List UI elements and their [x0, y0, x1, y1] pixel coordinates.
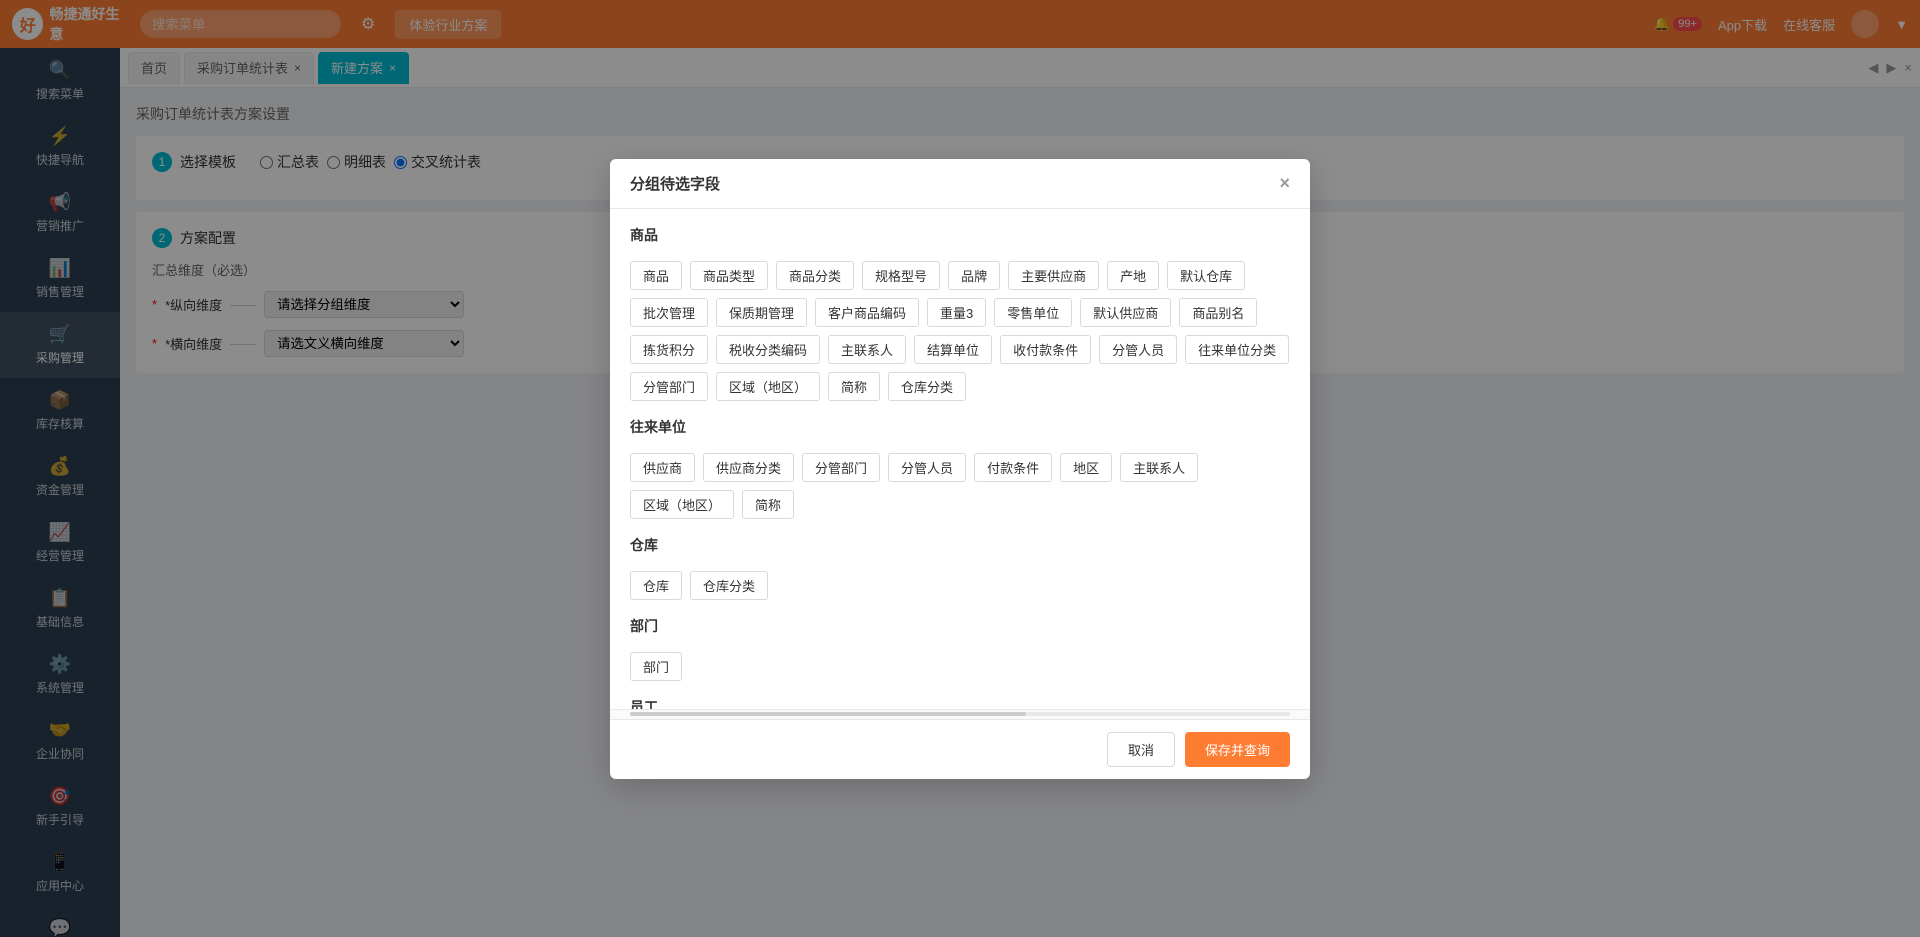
field-tag-w2[interactable]: 仓库分类 — [690, 571, 768, 600]
field-tag-w1[interactable]: 仓库 — [630, 571, 682, 600]
cancel-button[interactable]: 取消 — [1107, 732, 1175, 767]
field-tag-p9[interactable]: 批次管理 — [630, 298, 708, 327]
field-tag-p8[interactable]: 默认仓库 — [1167, 261, 1245, 290]
field-group-department: 部门部门 — [630, 616, 1290, 681]
field-tag-pp5[interactable]: 付款条件 — [974, 453, 1052, 482]
modal-hscroll — [610, 709, 1310, 718]
field-group-product: 商品商品商品类型商品分类规格型号品牌主要供应商产地默认仓库批次管理保质期管理客户… — [630, 225, 1290, 401]
field-tag-p26[interactable]: 仓库分类 — [888, 372, 966, 401]
modal-header: 分组待选字段 × — [610, 159, 1310, 209]
field-tag-p6[interactable]: 主要供应商 — [1008, 261, 1099, 290]
modal-close-btn[interactable]: × — [1279, 173, 1290, 194]
field-tag-p24[interactable]: 区域（地区） — [716, 372, 820, 401]
field-tag-p17[interactable]: 税收分类编码 — [716, 335, 820, 364]
field-group-partner: 往来单位供应商供应商分类分管部门分管人员付款条件地区主联系人区域（地区） 简称 — [630, 417, 1290, 519]
field-tag-p5[interactable]: 品牌 — [948, 261, 1000, 290]
field-selection-modal: 分组待选字段 × 商品商品商品类型商品分类规格型号品牌主要供应商产地默认仓库批次… — [610, 159, 1310, 779]
field-tags-product: 商品商品类型商品分类规格型号品牌主要供应商产地默认仓库批次管理保质期管理客户商品… — [630, 261, 1290, 401]
modal-overlay: 分组待选字段 × 商品商品商品类型商品分类规格型号品牌主要供应商产地默认仓库批次… — [0, 0, 1920, 937]
field-group-staff: 员工业务员 — [630, 697, 1290, 710]
field-tag-p14[interactable]: 默认供应商 — [1080, 298, 1171, 327]
field-tag-pp8[interactable]: 区域（地区） — [630, 490, 734, 519]
field-group-title-staff: 员工 — [630, 697, 1290, 710]
field-tag-d1[interactable]: 部门 — [630, 652, 682, 681]
field-tag-pp9[interactable]: 简称 — [742, 490, 794, 519]
field-tag-p25[interactable]: 简称 — [828, 372, 880, 401]
field-group-warehouse: 仓库仓库仓库分类 — [630, 535, 1290, 600]
field-tag-p23[interactable]: 分管部门 — [630, 372, 708, 401]
field-group-title-partner: 往来单位 — [630, 417, 1290, 443]
field-tags-warehouse: 仓库仓库分类 — [630, 571, 1290, 600]
modal-title: 分组待选字段 — [630, 173, 720, 194]
confirm-button[interactable]: 保存并查询 — [1185, 732, 1290, 767]
field-tag-pp6[interactable]: 地区 — [1060, 453, 1112, 482]
field-tag-pp2[interactable]: 供应商分类 — [703, 453, 794, 482]
field-group-title-warehouse: 仓库 — [630, 535, 1290, 561]
field-tag-p12[interactable]: 重量3 — [927, 298, 986, 327]
field-group-title-department: 部门 — [630, 616, 1290, 642]
field-tag-pp3[interactable]: 分管部门 — [802, 453, 880, 482]
field-tag-p20[interactable]: 收付款条件 — [1000, 335, 1091, 364]
field-tag-p4[interactable]: 规格型号 — [862, 261, 940, 290]
field-tag-pp1[interactable]: 供应商 — [630, 453, 695, 482]
field-tag-p11[interactable]: 客户商品编码 — [815, 298, 919, 327]
field-tag-p22[interactable]: 往来单位分类 — [1185, 335, 1289, 364]
field-tag-p19[interactable]: 结算单位 — [914, 335, 992, 364]
field-tag-p1[interactable]: 商品 — [630, 261, 682, 290]
field-tag-p10[interactable]: 保质期管理 — [716, 298, 807, 327]
field-tag-p16[interactable]: 拣货积分 — [630, 335, 708, 364]
field-tag-pp7[interactable]: 主联系人 — [1120, 453, 1198, 482]
field-tags-department: 部门 — [630, 652, 1290, 681]
modal-body: 商品商品商品类型商品分类规格型号品牌主要供应商产地默认仓库批次管理保质期管理客户… — [610, 209, 1310, 710]
field-tag-p18[interactable]: 主联系人 — [828, 335, 906, 364]
modal-footer: 取消 保存并查询 — [610, 719, 1310, 779]
field-tag-pp4[interactable]: 分管人员 — [888, 453, 966, 482]
field-tag-p7[interactable]: 产地 — [1107, 261, 1159, 290]
field-tag-p21[interactable]: 分管人员 — [1099, 335, 1177, 364]
field-tags-partner: 供应商供应商分类分管部门分管人员付款条件地区主联系人区域（地区） 简称 — [630, 453, 1290, 519]
field-tag-p15[interactable]: 商品别名 — [1179, 298, 1257, 327]
field-tag-p2[interactable]: 商品类型 — [690, 261, 768, 290]
field-tag-p13[interactable]: 零售单位 — [994, 298, 1072, 327]
field-group-title-product: 商品 — [630, 225, 1290, 251]
field-tag-p3[interactable]: 商品分类 — [776, 261, 854, 290]
